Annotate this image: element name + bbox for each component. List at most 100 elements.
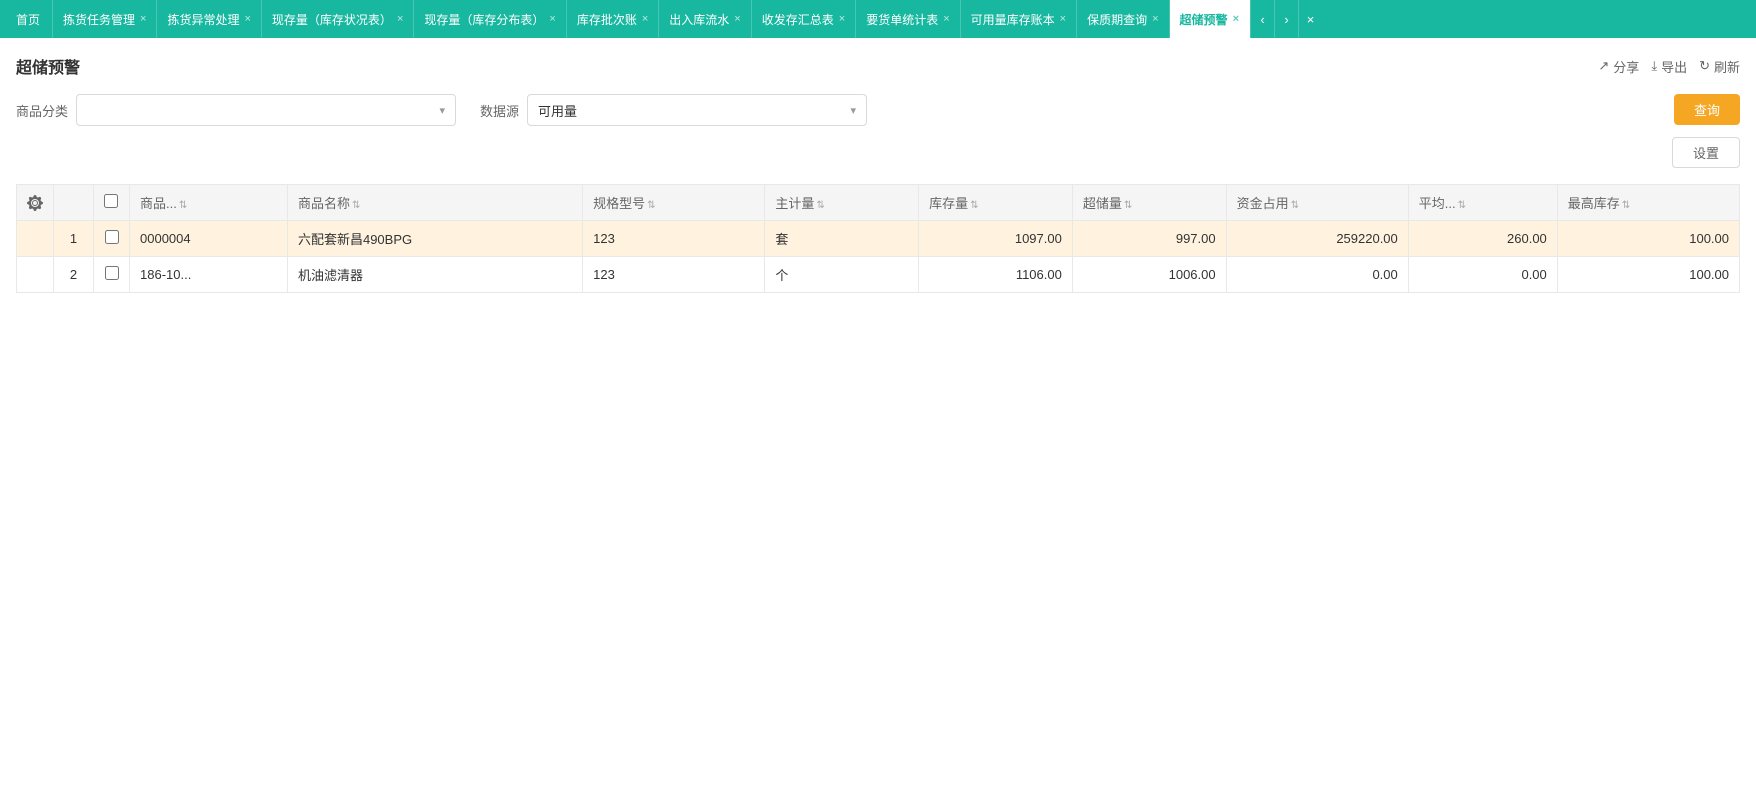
row-spec: 123 [583, 221, 765, 257]
filter-buttons: 查询 设置 [1672, 94, 1740, 168]
close-icon[interactable]: × [642, 13, 648, 25]
page-title: 超储预警 [16, 54, 80, 78]
share-icon: ↗ [1598, 58, 1609, 74]
row-unit: 套 [765, 221, 919, 257]
row-stock: 1106.00 [919, 257, 1073, 293]
share-button[interactable]: ↗ 分享 [1598, 57, 1639, 76]
nav-tab-inventory-status[interactable]: 现存量（库存状况表） × [262, 0, 414, 38]
settings-button[interactable]: 设置 [1672, 137, 1740, 168]
page-header: 超储预警 ↗ 分享 ⤓ 导出 ↻ 刷新 [16, 54, 1740, 78]
nav-tab-collect-summary[interactable]: 收发存汇总表 × [752, 0, 856, 38]
row-max-stock: 100.00 [1557, 257, 1739, 293]
datasource-filter-group: 数据源 可用量 ▾ [480, 94, 867, 126]
col-avg-header[interactable]: 平均...⇅ [1408, 185, 1557, 221]
datasource-label: 数据源 [480, 101, 519, 120]
sort-icon: ⇅ [179, 200, 187, 211]
close-icon[interactable]: × [1152, 13, 1158, 25]
main-content: 超储预警 ↗ 分享 ⤓ 导出 ↻ 刷新 商品分类 ▾ [0, 38, 1756, 800]
col-stock-header[interactable]: 库存量⇅ [919, 185, 1073, 221]
col-spec-header[interactable]: 规格型号⇅ [583, 185, 765, 221]
row-goods-code: 0000004 [130, 221, 288, 257]
export-button[interactable]: ⤓ 导出 [1651, 57, 1687, 76]
close-icon[interactable]: × [943, 13, 949, 25]
refresh-button[interactable]: ↻ 刷新 [1699, 57, 1740, 76]
nav-tab-expiry[interactable]: 保质期查询 × [1077, 0, 1169, 38]
sort-icon: ⇅ [1291, 200, 1299, 211]
nav-tab-inventory-dist[interactable]: 现存量（库存分布表） × [414, 0, 566, 38]
row-max-stock: 100.00 [1557, 221, 1739, 257]
row-unit: 个 [765, 257, 919, 293]
row-gear-cell [17, 221, 54, 257]
col-overstock-header[interactable]: 超储量⇅ [1072, 185, 1226, 221]
nav-next-arrow[interactable]: › [1274, 0, 1298, 38]
row-checkbox-cell[interactable] [94, 257, 130, 293]
header-actions: ↗ 分享 ⤓ 导出 ↻ 刷新 [1598, 57, 1740, 76]
nav-tab-inout-flow[interactable]: 出入库流水 × [659, 0, 751, 38]
row-goods-code: 186-10... [130, 257, 288, 293]
datasource-select[interactable]: 可用量 ▾ [527, 94, 867, 126]
row-goods-name: 六配套新昌490BPG [287, 221, 582, 257]
sort-icon: ⇅ [1124, 200, 1132, 211]
data-table: 商品...⇅ 商品名称⇅ 规格型号⇅ 主计量⇅ 库存量⇅ 超储量⇅ [16, 184, 1740, 293]
nav-close-all[interactable]: × [1298, 0, 1322, 38]
sort-icon: ⇅ [970, 200, 978, 211]
close-icon[interactable]: × [397, 13, 403, 25]
nav-tab-batch[interactable]: 库存批次账 × [567, 0, 659, 38]
select-all-checkbox[interactable] [104, 194, 118, 208]
col-goods-code-header[interactable]: 商品...⇅ [130, 185, 288, 221]
row-spec: 123 [583, 257, 765, 293]
sort-icon: ⇅ [816, 200, 824, 211]
row-capital: 259220.00 [1226, 221, 1408, 257]
chevron-down-icon: ▾ [439, 104, 445, 117]
table-row: 1 0000004 六配套新昌490BPG 123 套 1097.00 997.… [17, 221, 1740, 257]
table-header-row: 商品...⇅ 商品名称⇅ 规格型号⇅ 主计量⇅ 库存量⇅ 超储量⇅ [17, 185, 1740, 221]
row-avg: 260.00 [1408, 221, 1557, 257]
row-avg: 0.00 [1408, 257, 1557, 293]
close-icon[interactable]: × [1233, 13, 1239, 25]
col-gear-header[interactable] [17, 185, 54, 221]
category-label: 商品分类 [16, 101, 68, 120]
col-goods-name-header[interactable]: 商品名称⇅ [287, 185, 582, 221]
close-icon[interactable]: × [140, 13, 146, 25]
query-button[interactable]: 查询 [1674, 94, 1740, 125]
row-overstock: 1006.00 [1072, 257, 1226, 293]
refresh-icon: ↻ [1699, 58, 1710, 74]
nav-tab-avail-ledger[interactable]: 可用量库存账本 × [961, 0, 1077, 38]
sort-icon: ⇅ [1458, 200, 1466, 211]
close-icon[interactable]: × [244, 13, 250, 25]
col-index-header [54, 185, 94, 221]
nav-prev-arrow[interactable]: ‹ [1250, 0, 1274, 38]
row-checkbox[interactable] [105, 230, 119, 244]
row-gear-cell [17, 257, 54, 293]
close-icon[interactable]: × [549, 13, 555, 25]
category-filter-group: 商品分类 ▾ [16, 94, 456, 126]
datasource-value: 可用量 [538, 101, 577, 120]
row-index: 2 [54, 257, 94, 293]
nav-home[interactable]: 首页 [4, 0, 53, 38]
close-icon[interactable]: × [839, 13, 845, 25]
sort-icon: ⇅ [647, 200, 655, 211]
sort-icon: ⇅ [352, 200, 360, 211]
col-max-stock-header[interactable]: 最高库存⇅ [1557, 185, 1739, 221]
row-index: 1 [54, 221, 94, 257]
row-checkbox[interactable] [105, 266, 119, 280]
nav-tab-pickexception[interactable]: 拣货异常处理 × [157, 0, 261, 38]
col-unit-header[interactable]: 主计量⇅ [765, 185, 919, 221]
nav-tab-demand-stat[interactable]: 要货单统计表 × [856, 0, 960, 38]
row-stock: 1097.00 [919, 221, 1073, 257]
close-icon[interactable]: × [734, 13, 740, 25]
top-navigation: 首页 拣货任务管理 × 拣货异常处理 × 现存量（库存状况表） × 现存量（库存… [0, 0, 1756, 38]
export-icon: ⤓ [1651, 58, 1657, 74]
col-checkbox-header[interactable] [94, 185, 130, 221]
chevron-down-icon: ▾ [851, 104, 857, 117]
row-checkbox-cell[interactable] [94, 221, 130, 257]
col-capital-header[interactable]: 资金占用⇅ [1226, 185, 1408, 221]
sort-icon: ⇅ [1622, 200, 1630, 211]
row-goods-name: 机油滤清器 [287, 257, 582, 293]
close-icon[interactable]: × [1060, 13, 1066, 25]
category-select[interactable]: ▾ [76, 94, 456, 126]
gear-icon [27, 195, 43, 211]
nav-tab-pickmanage[interactable]: 拣货任务管理 × [53, 0, 157, 38]
nav-tab-overstock[interactable]: 超储预警 × [1170, 0, 1250, 38]
row-capital: 0.00 [1226, 257, 1408, 293]
